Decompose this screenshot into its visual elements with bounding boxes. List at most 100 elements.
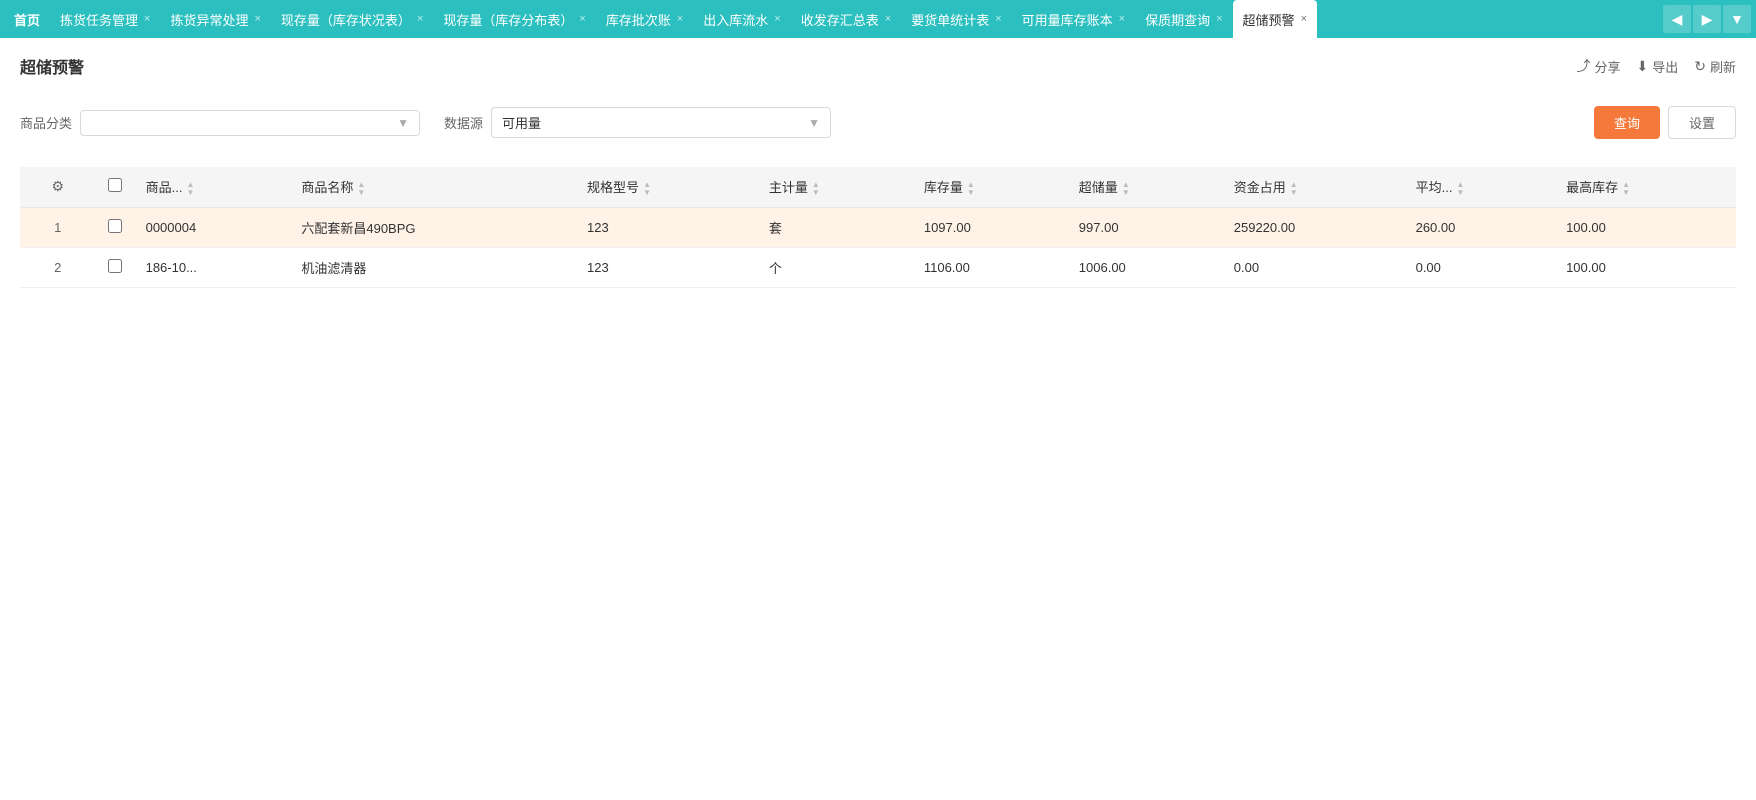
export-link[interactable]: ⬇ 导出 [1637,57,1679,76]
filter-actions: 查询 设置 [1594,106,1736,139]
table-header: ⚙商品...▲▼商品名称▲▼规格型号▲▼主计量▲▼库存量▲▼超储量▲▼资金占用▲… [20,167,1736,207]
sort-icon-avg[interactable]: ▲▼ [1456,181,1464,197]
sort-icon-overstock[interactable]: ▲▼ [1122,181,1130,197]
nav-item-7[interactable]: 收发存汇总表 × [791,0,901,38]
nav-close-icon-2[interactable]: × [254,13,260,25]
nav-item-10[interactable]: 保质期查询 × [1135,0,1232,38]
nav-item-label-0: 首页 [14,10,40,29]
nav-close-icon-3[interactable]: × [417,13,423,25]
share-link[interactable]: ⤴ 分享 [1576,56,1620,76]
cell-avg-1: 0.00 [1404,247,1554,287]
nav-item-label-11: 超储预警 [1243,10,1295,29]
nav-close-icon-10[interactable]: × [1216,13,1222,25]
col-header-index: ⚙ [20,167,96,207]
cell-spec-0: 123 [575,207,757,247]
export-icon: ⬇ [1637,58,1649,75]
cell-overstock-1: 1006.00 [1067,247,1222,287]
nav-item-label-10: 保质期查询 [1145,10,1210,29]
col-header-max_stock[interactable]: 最高库存 ▲▼ [1554,167,1736,207]
settings-button[interactable]: 设置 [1668,106,1736,139]
cell-goods_code-0: 0000004 [134,207,290,247]
cell-unit-0: 套 [757,207,912,247]
sort-icon-unit[interactable]: ▲▼ [812,181,820,197]
row-checkbox-1[interactable] [108,259,122,273]
nav-item-label-1: 拣货任务管理 [60,10,138,29]
col-header-stock[interactable]: 库存量 ▲▼ [912,167,1067,207]
cell-spec-1: 123 [575,247,757,287]
cell-capital-1: 0.00 [1222,247,1404,287]
col-label-capital: 资金占用 [1234,180,1286,195]
page-title: 超储预警 [20,54,84,78]
nav-close-icon-5[interactable]: × [677,13,683,25]
col-header-capital[interactable]: 资金占用 ▲▼ [1222,167,1404,207]
filter-row: 商品分类 ▼ 数据源 可用量 ▼ 查询 设置 [20,94,1736,151]
nav-item-1[interactable]: 拣货任务管理 × [50,0,160,38]
table-row: 2186-10...机油滤清器123个1106.001006.000.000.0… [20,247,1736,287]
col-header-goods_code[interactable]: 商品...▲▼ [134,167,290,207]
col-header-spec[interactable]: 规格型号▲▼ [575,167,757,207]
col-label-goods_code: 商品... [146,180,183,195]
nav-item-label-7: 收发存汇总表 [801,10,879,29]
nav-item-0[interactable]: 首页 [4,0,50,38]
col-label-max_stock: 最高库存 [1566,180,1618,195]
sort-icon-max_stock[interactable]: ▲▼ [1622,181,1630,197]
nav-more-button[interactable]: ▼ [1723,5,1751,33]
gear-icon[interactable]: ⚙ [52,178,65,194]
cell-goods_name-1: 机油滤清器 [289,247,575,287]
nav-item-9[interactable]: 可用量库存账本× [1012,0,1135,38]
page-header: 超储预警 ⤴ 分享 ⬇ 导出 ↻ 刷新 [20,54,1736,78]
datasource-select-value: 可用量 [502,113,541,132]
table-body: 10000004六配套新昌490BPG123套1097.00997.002592… [20,207,1736,287]
col-header-avg[interactable]: 平均...▲▼ [1404,167,1554,207]
nav-item-6[interactable]: 出入库流水 × [693,0,790,38]
col-header-overstock[interactable]: 超储量 ▲▼ [1067,167,1222,207]
nav-item-label-8: 要货单统计表 [911,10,989,29]
table-row: 10000004六配套新昌490BPG123套1097.00997.002592… [20,207,1736,247]
cell-stock-1: 1106.00 [912,247,1067,287]
sort-icon-capital[interactable]: ▲▼ [1290,181,1298,197]
col-label-stock: 库存量 [924,180,963,195]
nav-close-icon-11[interactable]: × [1301,13,1307,25]
nav-close-icon-1[interactable]: × [144,13,150,25]
col-label-avg: 平均... [1416,180,1453,195]
sort-icon-goods_name[interactable]: ▲▼ [357,181,365,197]
select-all-checkbox[interactable] [108,178,122,192]
nav-item-2[interactable]: 拣货异常处理 × [160,0,270,38]
datasource-filter: 数据源 可用量 ▼ [444,107,831,138]
nav-item-5[interactable]: 库存批次账× [596,0,693,38]
nav-prev-button[interactable]: ◀ [1663,5,1691,33]
cell-max_stock-0: 100.00 [1554,207,1736,247]
nav-item-8[interactable]: 要货单统计表 × [901,0,1011,38]
datasource-dropdown-icon: ▼ [808,116,820,130]
nav-item-4[interactable]: 现存量（库存分布表）× [433,0,595,38]
refresh-link[interactable]: ↻ 刷新 [1694,57,1736,76]
query-button[interactable]: 查询 [1594,106,1660,139]
refresh-icon: ↻ [1694,58,1706,75]
nav-item-11[interactable]: 超储预警 × [1233,0,1317,38]
sort-icon-goods_code[interactable]: ▲▼ [186,181,194,197]
cell-goods_code-1: 186-10... [134,247,290,287]
category-label: 商品分类 [20,113,72,132]
nav-close-icon-4[interactable]: × [579,13,585,25]
category-select[interactable]: ▼ [80,110,420,136]
nav-close-icon-8[interactable]: × [995,13,1001,25]
nav-item-label-2: 拣货异常处理 [170,10,248,29]
category-filter: 商品分类 ▼ [20,110,420,136]
nav-close-icon-6[interactable]: × [774,13,780,25]
col-label-overstock: 超储量 [1079,180,1118,195]
col-header-unit[interactable]: 主计量▲▼ [757,167,912,207]
row-checkbox-0[interactable] [108,219,122,233]
nav-next-button[interactable]: ▶ [1693,5,1721,33]
sort-icon-spec[interactable]: ▲▼ [643,181,651,197]
nav-bar: 首页拣货任务管理×拣货异常处理×现存量（库存状况表）×现存量（库存分布表）×库存… [0,0,1756,38]
nav-close-icon-9[interactable]: × [1119,13,1125,25]
nav-item-label-6: 出入库流水 [703,10,768,29]
sort-icon-stock[interactable]: ▲▼ [967,181,975,197]
nav-item-3[interactable]: 现存量（库存状况表）× [271,0,433,38]
nav-close-icon-7[interactable]: × [885,13,891,25]
cell-max_stock-1: 100.00 [1554,247,1736,287]
share-icon: ⤴ [1576,56,1590,76]
cell-avg-0: 260.00 [1404,207,1554,247]
datasource-select[interactable]: 可用量 ▼ [491,107,831,138]
col-header-goods_name[interactable]: 商品名称▲▼ [289,167,575,207]
